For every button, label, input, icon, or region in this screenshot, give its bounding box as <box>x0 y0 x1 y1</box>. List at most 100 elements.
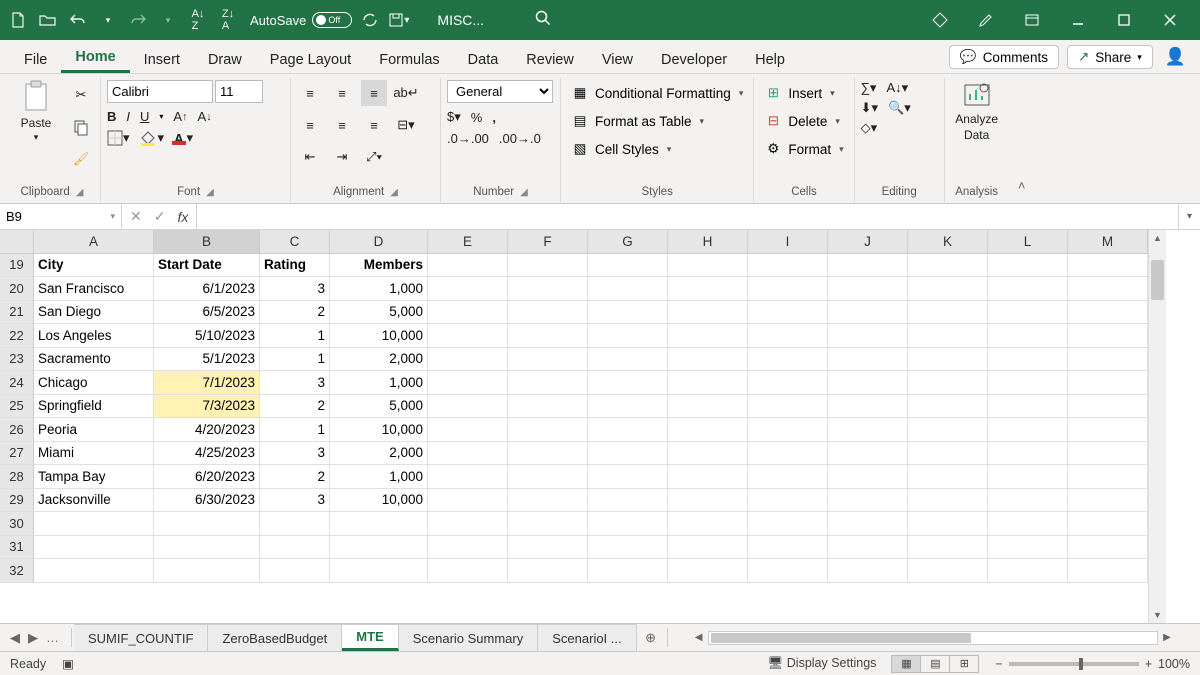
cell[interactable] <box>668 371 748 395</box>
column-header[interactable]: H <box>668 230 748 254</box>
cell[interactable] <box>828 371 908 395</box>
cell[interactable] <box>828 536 908 560</box>
align-top-icon[interactable]: ≡ <box>297 80 323 106</box>
cell[interactable] <box>908 442 988 466</box>
cell[interactable] <box>508 465 588 489</box>
cell[interactable] <box>588 536 668 560</box>
cell[interactable] <box>1068 348 1148 372</box>
cell[interactable]: 10,000 <box>330 418 428 442</box>
decrease-decimal-icon[interactable]: .00→.0 <box>499 131 541 146</box>
column-header[interactable]: F <box>508 230 588 254</box>
cell[interactable] <box>588 512 668 536</box>
zoom-slider[interactable] <box>1009 662 1139 666</box>
cell[interactable] <box>988 418 1068 442</box>
row-header[interactable]: 32 <box>0 559 34 583</box>
cell[interactable] <box>828 254 908 278</box>
cell[interactable]: 2,000 <box>330 348 428 372</box>
alignment-launcher-icon[interactable]: ◢ <box>390 187 398 198</box>
redo-more-icon[interactable]: ▾ <box>156 8 180 32</box>
row-header[interactable]: 27 <box>0 442 34 466</box>
cell[interactable] <box>988 442 1068 466</box>
cell[interactable] <box>668 465 748 489</box>
tab-view[interactable]: View <box>588 46 647 73</box>
cell[interactable] <box>988 371 1068 395</box>
sheet-tab-scenario-i[interactable]: ScenarioI ... <box>538 624 636 651</box>
cell[interactable] <box>428 512 508 536</box>
account-icon[interactable]: 👤 <box>1161 47 1190 67</box>
column-header[interactable]: J <box>828 230 908 254</box>
cell[interactable] <box>828 418 908 442</box>
cell[interactable] <box>1068 536 1148 560</box>
cell[interactable] <box>260 512 330 536</box>
cell[interactable] <box>508 536 588 560</box>
cell[interactable] <box>908 324 988 348</box>
sync-icon[interactable] <box>362 12 378 28</box>
cell[interactable] <box>828 489 908 513</box>
analyze-data-button[interactable]: Analyze Data <box>951 80 1003 142</box>
cell[interactable] <box>908 348 988 372</box>
column-header[interactable]: A <box>34 230 154 254</box>
cell[interactable] <box>428 348 508 372</box>
new-file-icon[interactable] <box>6 8 30 32</box>
sheet-nav-more-icon[interactable]: … <box>46 630 59 645</box>
cell[interactable] <box>748 395 828 419</box>
row-header[interactable]: 22 <box>0 324 34 348</box>
cell[interactable] <box>428 442 508 466</box>
cell[interactable] <box>428 418 508 442</box>
row-header[interactable]: 30 <box>0 512 34 536</box>
cell[interactable] <box>428 324 508 348</box>
tab-file[interactable]: File <box>10 46 61 73</box>
cell[interactable]: 5/10/2023 <box>154 324 260 348</box>
share-button[interactable]: ↗Share▾ <box>1067 45 1153 69</box>
decrease-indent-icon[interactable]: ⇤ <box>297 144 323 170</box>
cell[interactable]: Tampa Bay <box>34 465 154 489</box>
cell[interactable] <box>988 301 1068 325</box>
cell[interactable] <box>988 254 1068 278</box>
delete-cells-button[interactable]: ⊟Delete▾ <box>760 108 844 134</box>
cell[interactable] <box>748 301 828 325</box>
tab-insert[interactable]: Insert <box>130 46 194 73</box>
column-header[interactable]: C <box>260 230 330 254</box>
cell[interactable]: Springfield <box>34 395 154 419</box>
row-header[interactable]: 26 <box>0 418 34 442</box>
decrease-font-icon[interactable]: A↓ <box>198 109 212 124</box>
horizontal-scrollbar[interactable]: ◀▶ <box>670 624 1182 651</box>
ribbon-mode-icon[interactable] <box>1022 10 1042 30</box>
cell[interactable] <box>428 371 508 395</box>
orientation-icon[interactable]: ⤢▾ <box>361 144 387 170</box>
cell[interactable] <box>828 324 908 348</box>
zoom-level[interactable]: 100% <box>1158 657 1190 671</box>
cell[interactable] <box>1068 301 1148 325</box>
search-icon[interactable] <box>534 9 556 31</box>
font-name-input[interactable] <box>107 80 213 103</box>
cell[interactable] <box>428 536 508 560</box>
cell[interactable]: Los Angeles <box>34 324 154 348</box>
cell[interactable]: Jacksonville <box>34 489 154 513</box>
tab-developer[interactable]: Developer <box>647 46 741 73</box>
cell[interactable] <box>748 371 828 395</box>
cell[interactable] <box>748 465 828 489</box>
row-header[interactable]: 19 <box>0 254 34 278</box>
cell[interactable] <box>588 418 668 442</box>
italic-button[interactable]: I <box>126 109 130 124</box>
cell[interactable]: 5,000 <box>330 301 428 325</box>
align-middle-icon[interactable]: ≡ <box>329 80 355 106</box>
formula-bar[interactable] <box>197 204 1178 229</box>
tab-formulas[interactable]: Formulas <box>365 46 453 73</box>
cell[interactable] <box>748 536 828 560</box>
cell[interactable]: 5,000 <box>330 395 428 419</box>
format-as-table-button[interactable]: ▤Format as Table▾ <box>567 108 708 134</box>
cell[interactable] <box>428 489 508 513</box>
cell[interactable] <box>508 254 588 278</box>
page-layout-view-icon[interactable]: ▤ <box>920 655 950 673</box>
cell[interactable] <box>668 301 748 325</box>
cell[interactable] <box>668 395 748 419</box>
cell[interactable] <box>588 559 668 583</box>
cell[interactable]: Miami <box>34 442 154 466</box>
underline-button[interactable]: U <box>140 109 149 124</box>
select-all-corner[interactable] <box>0 230 34 254</box>
align-right-icon[interactable]: ≡ <box>361 112 387 138</box>
cell[interactable]: 1,000 <box>330 371 428 395</box>
cell[interactable] <box>988 395 1068 419</box>
cell[interactable] <box>988 324 1068 348</box>
